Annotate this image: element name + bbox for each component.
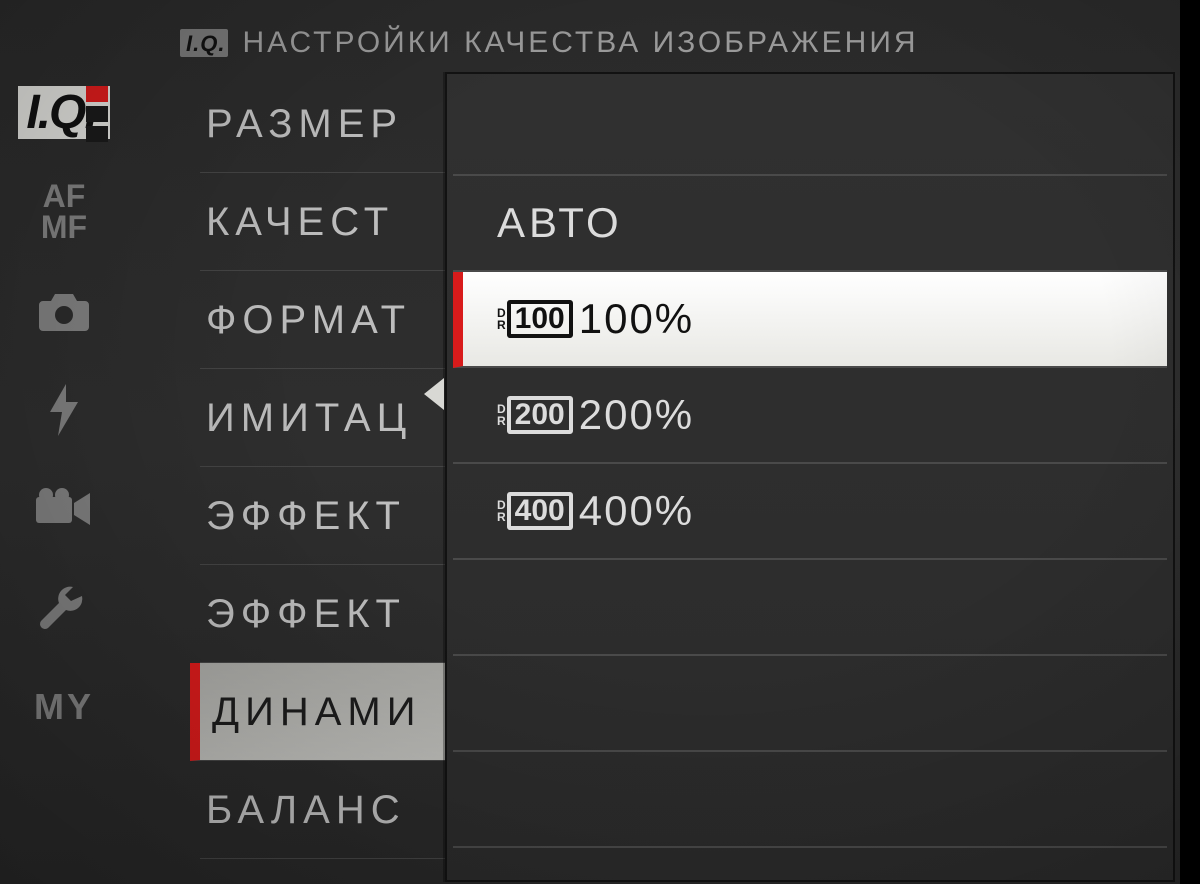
sidebar-item-iq[interactable]: I.Q. [4,70,124,155]
option-blank [453,752,1167,848]
afmf-icon: AFMF [41,181,87,242]
iq-icon: I.Q. [18,86,109,138]
dr400-icon: DR 400 [497,492,573,530]
option-auto[interactable]: АВТО [453,176,1167,272]
camera-icon [37,289,91,333]
movie-icon [34,487,94,531]
page-title: НАСТРОЙКИ КАЧЕСТВА ИЗОБРАЖЕНИЯ [242,26,918,60]
page-header: I.Q. НАСТРОЙКИ КАЧЕСТВА ИЗОБРАЖЕНИЯ [180,18,919,68]
option-dr400[interactable]: DR 400 400% [453,464,1167,560]
sidebar-item-shooting[interactable] [4,268,124,353]
option-blank [453,656,1167,752]
option-dr200[interactable]: DR 200 200% [453,368,1167,464]
option-blank [453,560,1167,656]
option-blank [453,80,1167,176]
flash-icon [44,382,84,438]
iq-header-badge: I.Q. [180,29,228,57]
sidebar-item-movie[interactable] [4,466,124,551]
sidebar-item-setup[interactable] [4,565,124,650]
sidebar-item-flash[interactable] [4,367,124,452]
option-value: 200% [579,391,694,439]
sidebar: I.Q. AFMF [4,70,124,749]
wrench-icon [38,582,90,634]
dr200-icon: DR 200 [497,396,573,434]
pointer-left-icon [424,378,444,410]
sidebar-item-afmf[interactable]: AFMF [4,169,124,254]
option-dr100[interactable]: DR 100 100% [453,272,1167,368]
option-value: 100% [579,295,694,343]
option-value: 400% [579,487,694,535]
my-label: MY [34,686,94,728]
option-label: АВТО [497,199,623,247]
sidebar-item-my[interactable]: MY [4,664,124,749]
dr100-icon: DR 100 [497,300,573,338]
submenu-popup: АВТО DR 100 100% DR 200 200% DR 40 [445,72,1175,882]
